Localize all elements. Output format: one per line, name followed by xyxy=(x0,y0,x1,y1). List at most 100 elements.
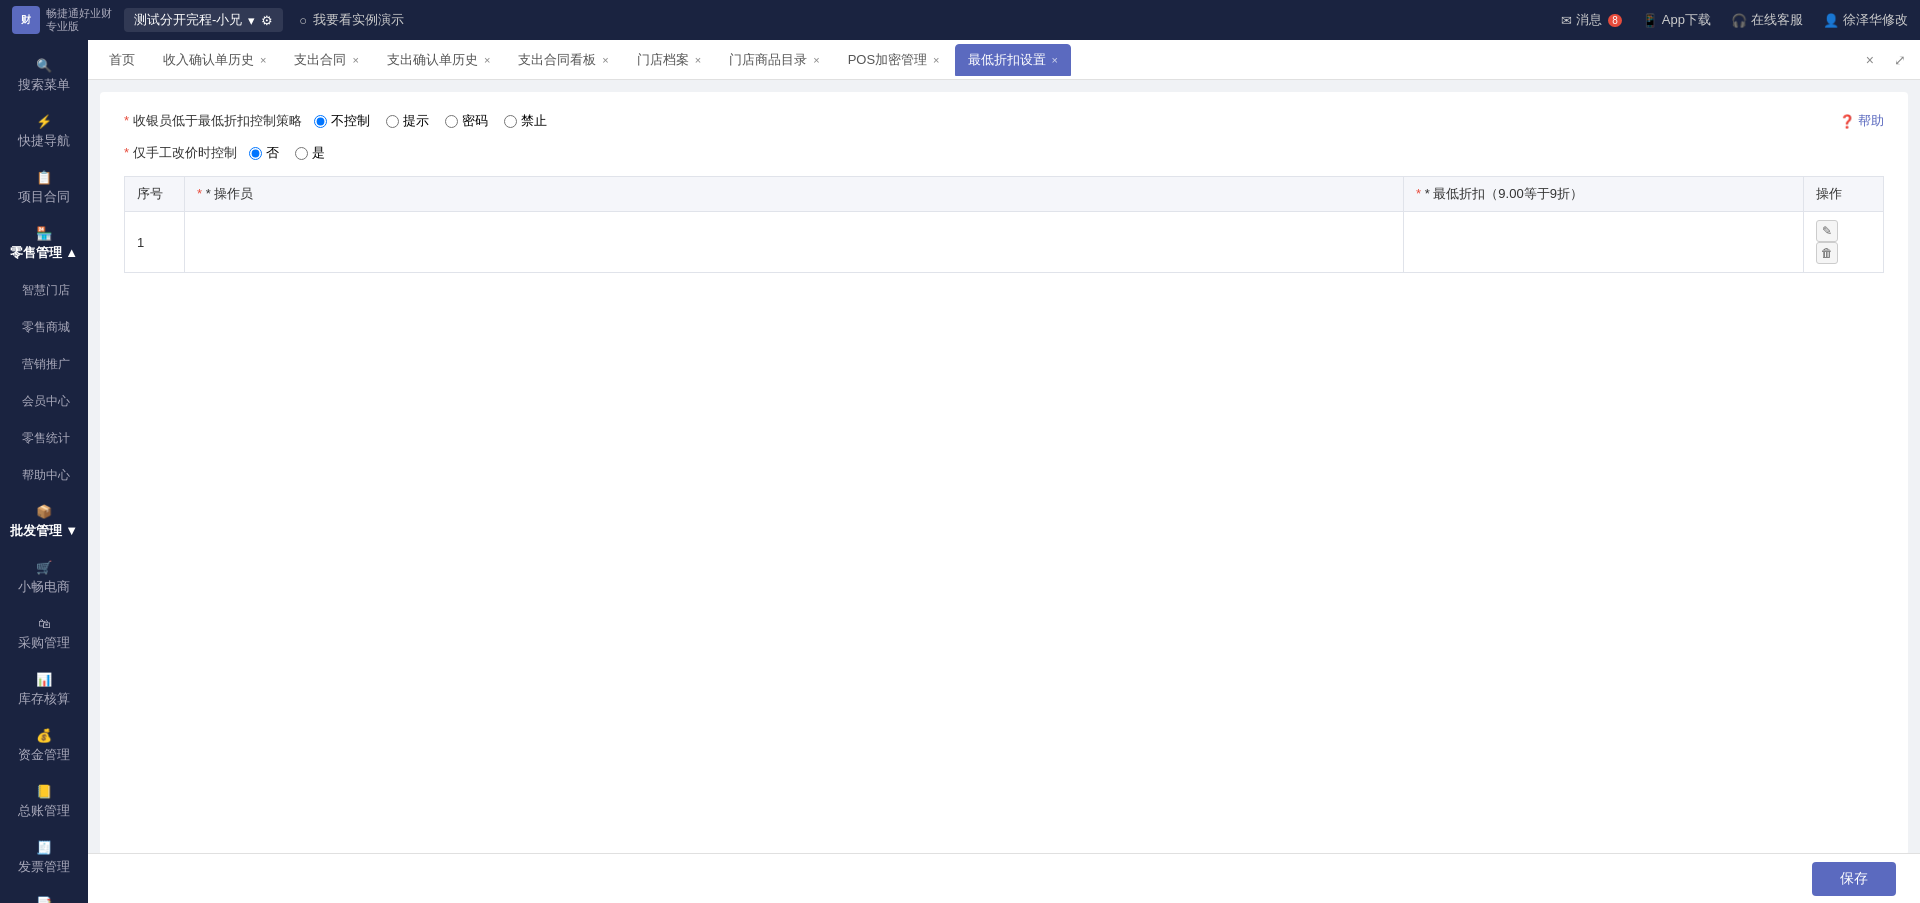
col-header-discount: * 最低折扣（9.00等于9折） xyxy=(1404,177,1804,212)
discount-input[interactable] xyxy=(1416,235,1791,250)
tab-income-confirm[interactable]: 收入确认单历史 × xyxy=(150,44,279,76)
project-icon: 📋 xyxy=(36,170,52,185)
manual-price-row: 仅手工改价时控制 否 是 xyxy=(124,144,1884,162)
tab-close-min-discount[interactable]: × xyxy=(1052,54,1058,66)
tab-close-payment-confirm[interactable]: × xyxy=(484,54,490,66)
tab-bar: 首页 收入确认单历史 × 支出合同 × 支出确认单历史 × 支出合同看板 × 门… xyxy=(88,40,1920,80)
radio-yes[interactable] xyxy=(295,147,308,160)
sidebar-item-search[interactable]: 🔍 搜索菜单 xyxy=(0,48,88,104)
discount-policy-row: 收银员低于最低折扣控制策略 不控制 提示 密码 xyxy=(124,112,1884,130)
tab-store-file[interactable]: 门店档案 × xyxy=(624,44,714,76)
tab-store-products[interactable]: 门店商品目录 × xyxy=(716,44,832,76)
tab-close-store-products[interactable]: × xyxy=(813,54,819,66)
sidebar-item-ecommerce[interactable]: 🛒 小畅电商 xyxy=(0,550,88,606)
discount-table: 序号 * 操作员 * 最低折扣（9.00等于9折） 操作 1 xyxy=(124,176,1884,273)
radio-forbid[interactable] xyxy=(504,115,517,128)
sidebar-item-batch-mgmt[interactable]: 📦 批发管理 ▼ xyxy=(0,494,88,550)
sidebar-item-project-contract[interactable]: 📋 项目合同 xyxy=(0,160,88,216)
help-link[interactable]: ❓ 帮助 xyxy=(1839,112,1884,130)
tab-close-pos-password[interactable]: × xyxy=(933,54,939,66)
settings-icon[interactable]: ⚙ xyxy=(261,13,273,28)
tab-close-store-file[interactable]: × xyxy=(695,54,701,66)
messages-button[interactable]: ✉ 消息 8 xyxy=(1561,11,1622,29)
tab-expand-button[interactable]: ⤢ xyxy=(1888,50,1912,70)
delete-row-button[interactable]: 🗑 xyxy=(1816,242,1838,264)
sidebar-item-help-center[interactable]: 帮助中心 xyxy=(0,457,88,494)
tab-home[interactable]: 首页 xyxy=(96,44,148,76)
tab-min-discount[interactable]: 最低折扣设置 × xyxy=(955,44,1071,76)
footer-bar: 保存 xyxy=(88,853,1920,903)
sidebar-item-purchase-mgmt[interactable]: 🛍 采购管理 xyxy=(0,606,88,662)
search-icon: 🔍 xyxy=(36,58,52,73)
col-header-operator: * 操作员 xyxy=(185,177,1404,212)
edit-row-button[interactable]: ✎ xyxy=(1816,220,1838,242)
chevron-down-icon: ▾ xyxy=(248,13,255,28)
tab-pos-password[interactable]: POS加密管理 × xyxy=(835,44,953,76)
ecommerce-icon: 🛒 xyxy=(36,560,52,575)
batch-icon: 📦 xyxy=(36,504,52,519)
tab-close-income-confirm[interactable]: × xyxy=(260,54,266,66)
radio-remind[interactable] xyxy=(386,115,399,128)
option-no[interactable]: 否 xyxy=(249,144,279,162)
user-menu[interactable]: 👤 徐泽华修改 xyxy=(1823,11,1908,29)
user-avatar-icon: 👤 xyxy=(1823,13,1839,28)
tab-payment-board[interactable]: 支出合同看板 × xyxy=(505,44,621,76)
operator-input[interactable] xyxy=(197,235,1391,250)
table-header-row: 序号 * 操作员 * 最低折扣（9.00等于9折） 操作 xyxy=(125,177,1884,212)
sidebar-item-ledger-mgmt[interactable]: 📒 总账管理 xyxy=(0,774,88,830)
cell-seq: 1 xyxy=(125,212,185,273)
manual-price-label: 仅手工改价时控制 xyxy=(124,144,237,162)
page-content: 收银员低于最低折扣控制策略 不控制 提示 密码 xyxy=(88,80,1920,853)
sidebar-item-invoice-mgmt[interactable]: 🧾 发票管理 xyxy=(0,830,88,886)
cell-operator[interactable] xyxy=(185,212,1404,273)
col-header-action: 操作 xyxy=(1804,177,1884,212)
logo-text: 畅捷通好业财 专业版 xyxy=(46,7,112,33)
radio-no[interactable] xyxy=(249,147,262,160)
service-icon: 🎧 xyxy=(1731,13,1747,28)
tax-icon: 📑 xyxy=(36,896,52,903)
top-bar: 财 畅捷通好业财 专业版 测试分开完程-小兄 ▾ ⚙ ○ 我要看实例演示 ✉ 消… xyxy=(0,0,1920,40)
purchase-icon: 🛍 xyxy=(38,616,51,631)
radio-password[interactable] xyxy=(445,115,458,128)
invoice-icon: 🧾 xyxy=(36,840,52,855)
top-bar-right: ✉ 消息 8 📱 App下载 🎧 在线客服 👤 徐泽华修改 xyxy=(1561,11,1908,29)
demo-link[interactable]: ○ 我要看实例演示 xyxy=(299,11,404,29)
sidebar-item-tax-mgmt[interactable]: 📑 税务管理 xyxy=(0,886,88,903)
tab-close-payment-contract[interactable]: × xyxy=(352,54,358,66)
discount-policy-options: 不控制 提示 密码 禁止 xyxy=(314,112,547,130)
sidebar-item-member-center[interactable]: 会员中心 xyxy=(0,383,88,420)
download-icon: 📱 xyxy=(1642,13,1658,28)
cell-discount[interactable] xyxy=(1404,212,1804,273)
tab-payment-confirm[interactable]: 支出确认单历史 × xyxy=(374,44,503,76)
message-icon: ✉ xyxy=(1561,13,1572,28)
option-forbid[interactable]: 禁止 xyxy=(504,112,547,130)
sidebar-item-capital-mgmt[interactable]: 💰 资金管理 xyxy=(0,718,88,774)
ledger-icon: 📒 xyxy=(36,784,52,799)
tab-payment-contract[interactable]: 支出合同 × xyxy=(281,44,371,76)
sidebar-item-smart-store[interactable]: 智慧门店 xyxy=(0,272,88,309)
option-remind[interactable]: 提示 xyxy=(386,112,429,130)
sidebar: 🔍 搜索菜单 ⚡ 快捷导航 📋 项目合同 🏪 零售管理 ▲ 智慧门店 零售商城 … xyxy=(0,40,88,903)
sidebar-item-quick-nav[interactable]: ⚡ 快捷导航 xyxy=(0,104,88,160)
online-service-button[interactable]: 🎧 在线客服 xyxy=(1731,11,1803,29)
content-area: 首页 收入确认单历史 × 支出合同 × 支出确认单历史 × 支出合同看板 × 门… xyxy=(88,40,1920,903)
retail-icon: 🏪 xyxy=(36,226,52,241)
help-icon: ❓ xyxy=(1839,114,1855,129)
tab-close-all-button[interactable]: × xyxy=(1860,50,1880,70)
app-logo: 财 畅捷通好业财 专业版 xyxy=(12,6,112,34)
sidebar-item-retail-mall[interactable]: 零售商城 xyxy=(0,309,88,346)
project-selector[interactable]: 测试分开完程-小兄 ▾ ⚙ xyxy=(124,8,283,32)
save-button[interactable]: 保存 xyxy=(1812,862,1896,896)
sidebar-item-marketing[interactable]: 营销推广 xyxy=(0,346,88,383)
option-password[interactable]: 密码 xyxy=(445,112,488,130)
option-yes[interactable]: 是 xyxy=(295,144,325,162)
sidebar-item-inventory[interactable]: 📊 库存核算 xyxy=(0,662,88,718)
tab-close-payment-board[interactable]: × xyxy=(602,54,608,66)
option-no-control[interactable]: 不控制 xyxy=(314,112,370,130)
manual-price-options: 否 是 xyxy=(249,144,325,162)
main-card: 收银员低于最低折扣控制策略 不控制 提示 密码 xyxy=(100,92,1908,853)
radio-no-control[interactable] xyxy=(314,115,327,128)
sidebar-item-retail-mgmt[interactable]: 🏪 零售管理 ▲ xyxy=(0,216,88,272)
sidebar-item-retail-stats[interactable]: 零售统计 xyxy=(0,420,88,457)
app-download-button[interactable]: 📱 App下载 xyxy=(1642,11,1711,29)
